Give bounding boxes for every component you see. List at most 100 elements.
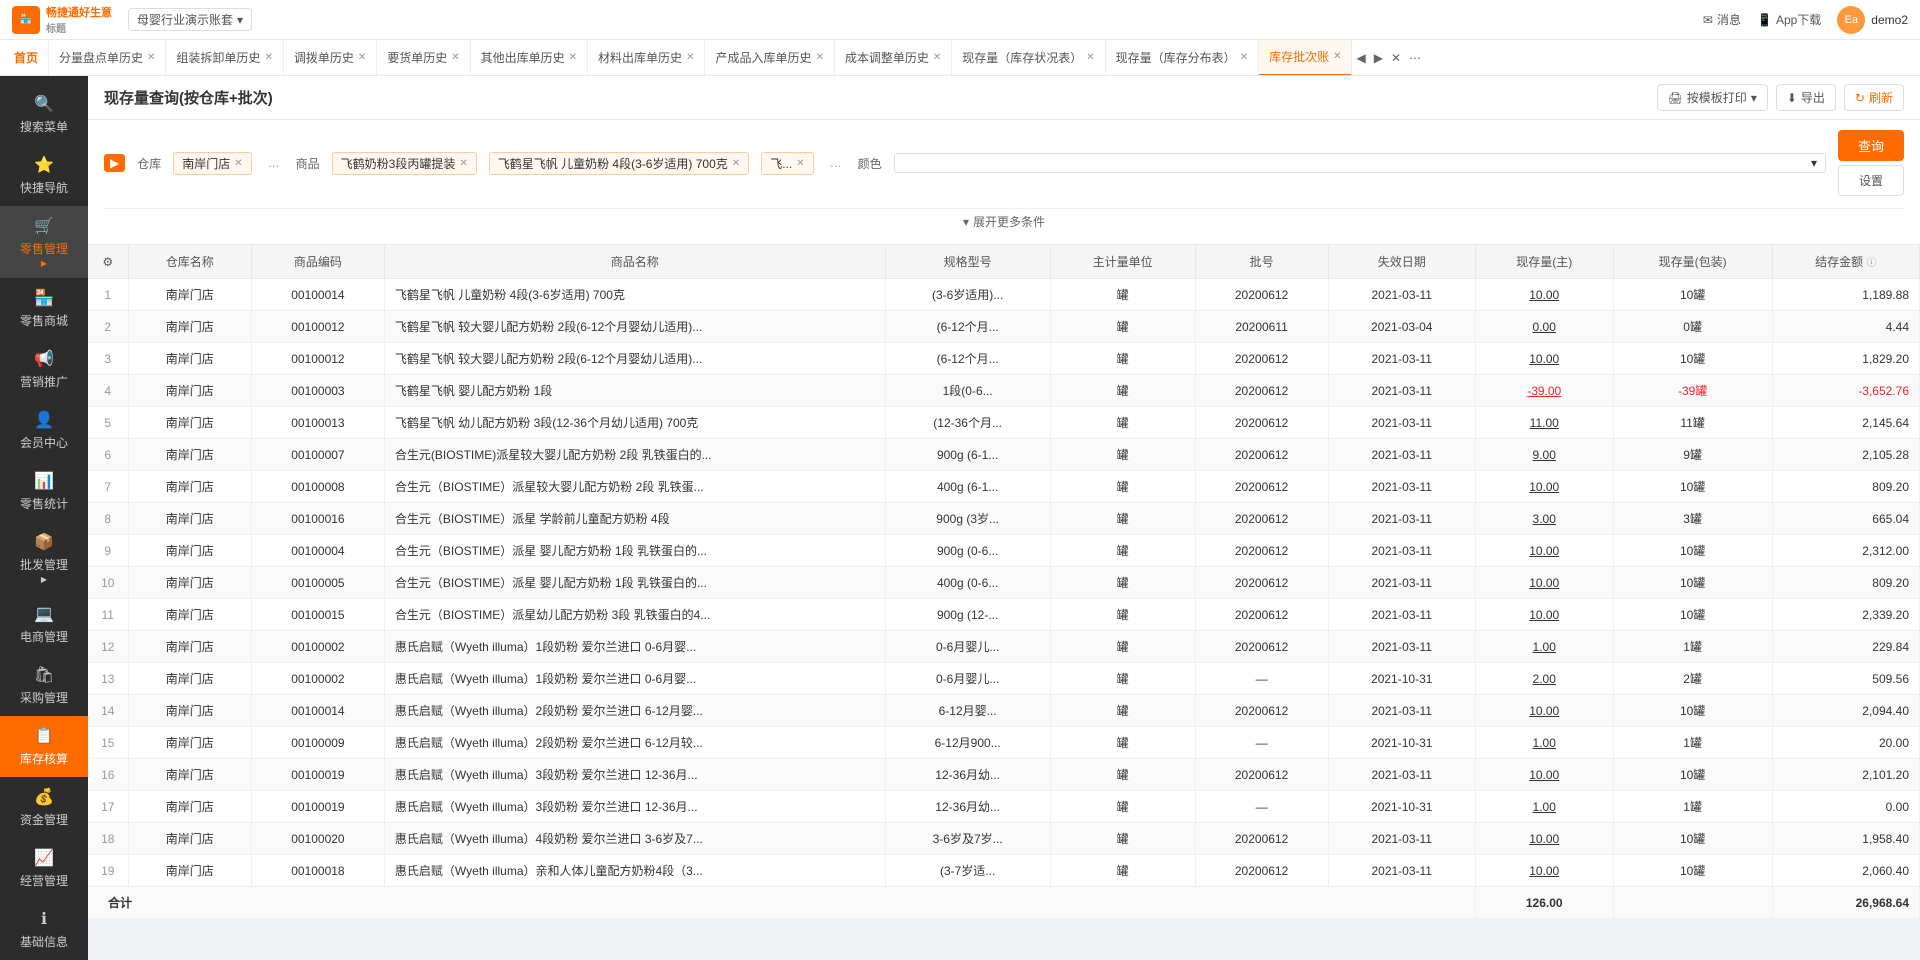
- sidebar-item-retailstats[interactable]: 📊 零售统计: [0, 461, 88, 522]
- tab-kucunpici[interactable]: 库存批次账 ✕: [1259, 40, 1352, 76]
- query-button[interactable]: 查询: [1838, 130, 1904, 161]
- sidebar-item-retailstore[interactable]: 🏪 零售商城: [0, 278, 88, 339]
- sidebar-item-retail[interactable]: 🛒 零售管理 ▶: [0, 206, 88, 278]
- tab-home[interactable]: 首页: [4, 40, 49, 76]
- sidebar-item-member[interactable]: 👤 会员中心: [0, 400, 88, 461]
- row-batch: —: [1195, 791, 1328, 823]
- print-button[interactable]: 🖨 按模板打印 ▾: [1657, 84, 1768, 111]
- col-unit: 主计量单位: [1050, 245, 1195, 279]
- sidebar-item-quicknav[interactable]: ⭐ 快捷导航: [0, 145, 88, 206]
- product-tag-1-close[interactable]: ✕: [459, 158, 467, 169]
- filter-toggle-button[interactable]: ▶: [104, 154, 125, 172]
- sidebar-item-purchase[interactable]: 🛍 采购管理: [0, 655, 88, 716]
- inventory-icon: 📋: [34, 726, 54, 746]
- tab-more-button[interactable]: ⋯: [1405, 51, 1425, 65]
- row-qty-main[interactable]: 10.00: [1475, 471, 1613, 503]
- row-qty-main[interactable]: 0.00: [1475, 311, 1613, 343]
- warehouse-more-button[interactable]: …: [264, 156, 284, 170]
- row-qty-main[interactable]: 10.00: [1475, 823, 1613, 855]
- row-warehouse: 南岸门店: [128, 567, 251, 599]
- product-more-button[interactable]: …: [826, 156, 846, 170]
- row-idx: 11: [88, 599, 128, 631]
- tab-yaohuo[interactable]: 要货单历史 ✕: [377, 40, 470, 76]
- row-idx: 9: [88, 535, 128, 567]
- row-qty-main[interactable]: 9.00: [1475, 439, 1613, 471]
- row-unit: 罐: [1050, 567, 1195, 599]
- top-header: 🏪 畅捷通好生意 标题 母婴行业演示账套 ▾ ✉ 消息 📱 App下载 Ea d…: [0, 0, 1920, 40]
- row-unit: 罐: [1050, 503, 1195, 535]
- row-name: 飞鹤星飞帆 较大婴儿配方奶粉 2段(6-12个月婴幼儿适用)...: [384, 311, 885, 343]
- tab-close-icon[interactable]: ✕: [933, 52, 941, 63]
- row-qty-main[interactable]: 10.00: [1475, 279, 1613, 311]
- row-qty-main[interactable]: 2.00: [1475, 663, 1613, 695]
- tab-qitatachuku[interactable]: 其他出库单历史 ✕: [471, 40, 588, 76]
- tab-close-icon[interactable]: ✕: [1086, 52, 1094, 63]
- warehouse-tag-close[interactable]: ✕: [234, 158, 242, 169]
- sidebar-item-search[interactable]: 🔍 搜索菜单: [0, 84, 88, 145]
- col-settings[interactable]: ⚙: [88, 245, 128, 279]
- row-qty-main[interactable]: 10.00: [1475, 599, 1613, 631]
- tab-prev-button[interactable]: ◀: [1352, 51, 1369, 65]
- row-warehouse: 南岸门店: [128, 695, 251, 727]
- tab-close-icon[interactable]: ✕: [358, 52, 366, 63]
- app-download-button[interactable]: 📱 App下载: [1757, 11, 1821, 28]
- col-qty-pkg: 现存量(包装): [1613, 245, 1772, 279]
- tab-xiancunliang-kuangkuang[interactable]: 现存量（库存状况表） ✕: [952, 40, 1105, 76]
- tab-fenliang[interactable]: 分量盘点单历史 ✕: [49, 40, 166, 76]
- sidebar-item-wholesale[interactable]: 📦 批发管理 ▶: [0, 522, 88, 594]
- row-code: 00100015: [251, 599, 384, 631]
- row-unit: 罐: [1050, 759, 1195, 791]
- tab-close-icon[interactable]: ✕: [815, 52, 823, 63]
- color-filter-input[interactable]: ▾: [894, 153, 1826, 173]
- sidebar-item-marketing[interactable]: 📢 营销推广: [0, 339, 88, 400]
- row-qty-main[interactable]: 10.00: [1475, 567, 1613, 599]
- tab-close-icon[interactable]: ✕: [147, 52, 155, 63]
- tab-close-icon[interactable]: ✕: [264, 52, 272, 63]
- row-qty-main[interactable]: 3.00: [1475, 503, 1613, 535]
- row-qty-main[interactable]: 10.00: [1475, 343, 1613, 375]
- row-qty-pkg: 10罐: [1613, 471, 1772, 503]
- tab-chanchengruhu[interactable]: 产成品入库单历史 ✕: [705, 40, 834, 76]
- row-qty-main[interactable]: 1.00: [1475, 791, 1613, 823]
- tab-diaobo[interactable]: 调拨单历史 ✕: [284, 40, 377, 76]
- row-qty-main[interactable]: 1.00: [1475, 727, 1613, 759]
- product-tag-2-close[interactable]: ✕: [732, 158, 740, 169]
- sidebar-item-basicinfo[interactable]: ℹ 基础信息: [0, 899, 88, 960]
- user-profile[interactable]: Ea demo2: [1837, 6, 1908, 34]
- row-qty-main[interactable]: 10.00: [1475, 855, 1613, 887]
- tab-chengbentiaojing[interactable]: 成本调整单历史 ✕: [835, 40, 952, 76]
- row-expire: 2021-10-31: [1328, 727, 1475, 759]
- row-qty-main[interactable]: 1.00: [1475, 631, 1613, 663]
- sidebar-item-inventory[interactable]: 📋 库存核算: [0, 716, 88, 777]
- row-warehouse: 南岸门店: [128, 279, 251, 311]
- refresh-button[interactable]: ↻ 刷新: [1844, 84, 1904, 111]
- tab-zuzhichaijian[interactable]: 组装拆卸单历史 ✕: [166, 40, 283, 76]
- row-qty-main[interactable]: -39.00: [1475, 375, 1613, 407]
- tab-close-icon[interactable]: ✕: [451, 52, 459, 63]
- tab-close-icon[interactable]: ✕: [569, 52, 577, 63]
- row-qty-main[interactable]: 11.00: [1475, 407, 1613, 439]
- row-amount: 2,339.20: [1772, 599, 1919, 631]
- sidebar-item-ecommerce[interactable]: 💻 电商管理: [0, 594, 88, 655]
- info-icon: ℹ: [41, 909, 47, 929]
- tab-cailiaochuku[interactable]: 材料出库单历史 ✕: [588, 40, 705, 76]
- tab-close-all-button[interactable]: ✕: [1387, 51, 1405, 65]
- export-button[interactable]: ⬇ 导出: [1776, 84, 1836, 111]
- tab-close-icon[interactable]: ✕: [1240, 52, 1248, 63]
- expand-filter-button[interactable]: ▾ 展开更多条件: [104, 208, 1904, 234]
- row-qty-main[interactable]: 10.00: [1475, 695, 1613, 727]
- row-qty-main[interactable]: 10.00: [1475, 535, 1613, 567]
- sidebar-item-finance[interactable]: 💰 资金管理: [0, 777, 88, 838]
- org-selector[interactable]: 母婴行业演示账套 ▾: [128, 8, 252, 31]
- message-button[interactable]: ✉ 消息: [1703, 11, 1741, 28]
- row-qty-pkg: 10罐: [1613, 343, 1772, 375]
- tab-close-icon[interactable]: ✕: [686, 52, 694, 63]
- tab-close-icon[interactable]: ✕: [1333, 51, 1341, 62]
- row-qty-main[interactable]: 10.00: [1475, 759, 1613, 791]
- tab-next-button[interactable]: ▶: [1370, 51, 1387, 65]
- settings-button[interactable]: 设置: [1838, 165, 1904, 196]
- row-unit: 罐: [1050, 535, 1195, 567]
- tab-xiancunliang-fenbiao[interactable]: 现存量（库存分布表） ✕: [1106, 40, 1259, 76]
- sidebar-item-operations[interactable]: 📈 经营管理: [0, 838, 88, 899]
- product-tag-3-close[interactable]: ✕: [796, 158, 804, 169]
